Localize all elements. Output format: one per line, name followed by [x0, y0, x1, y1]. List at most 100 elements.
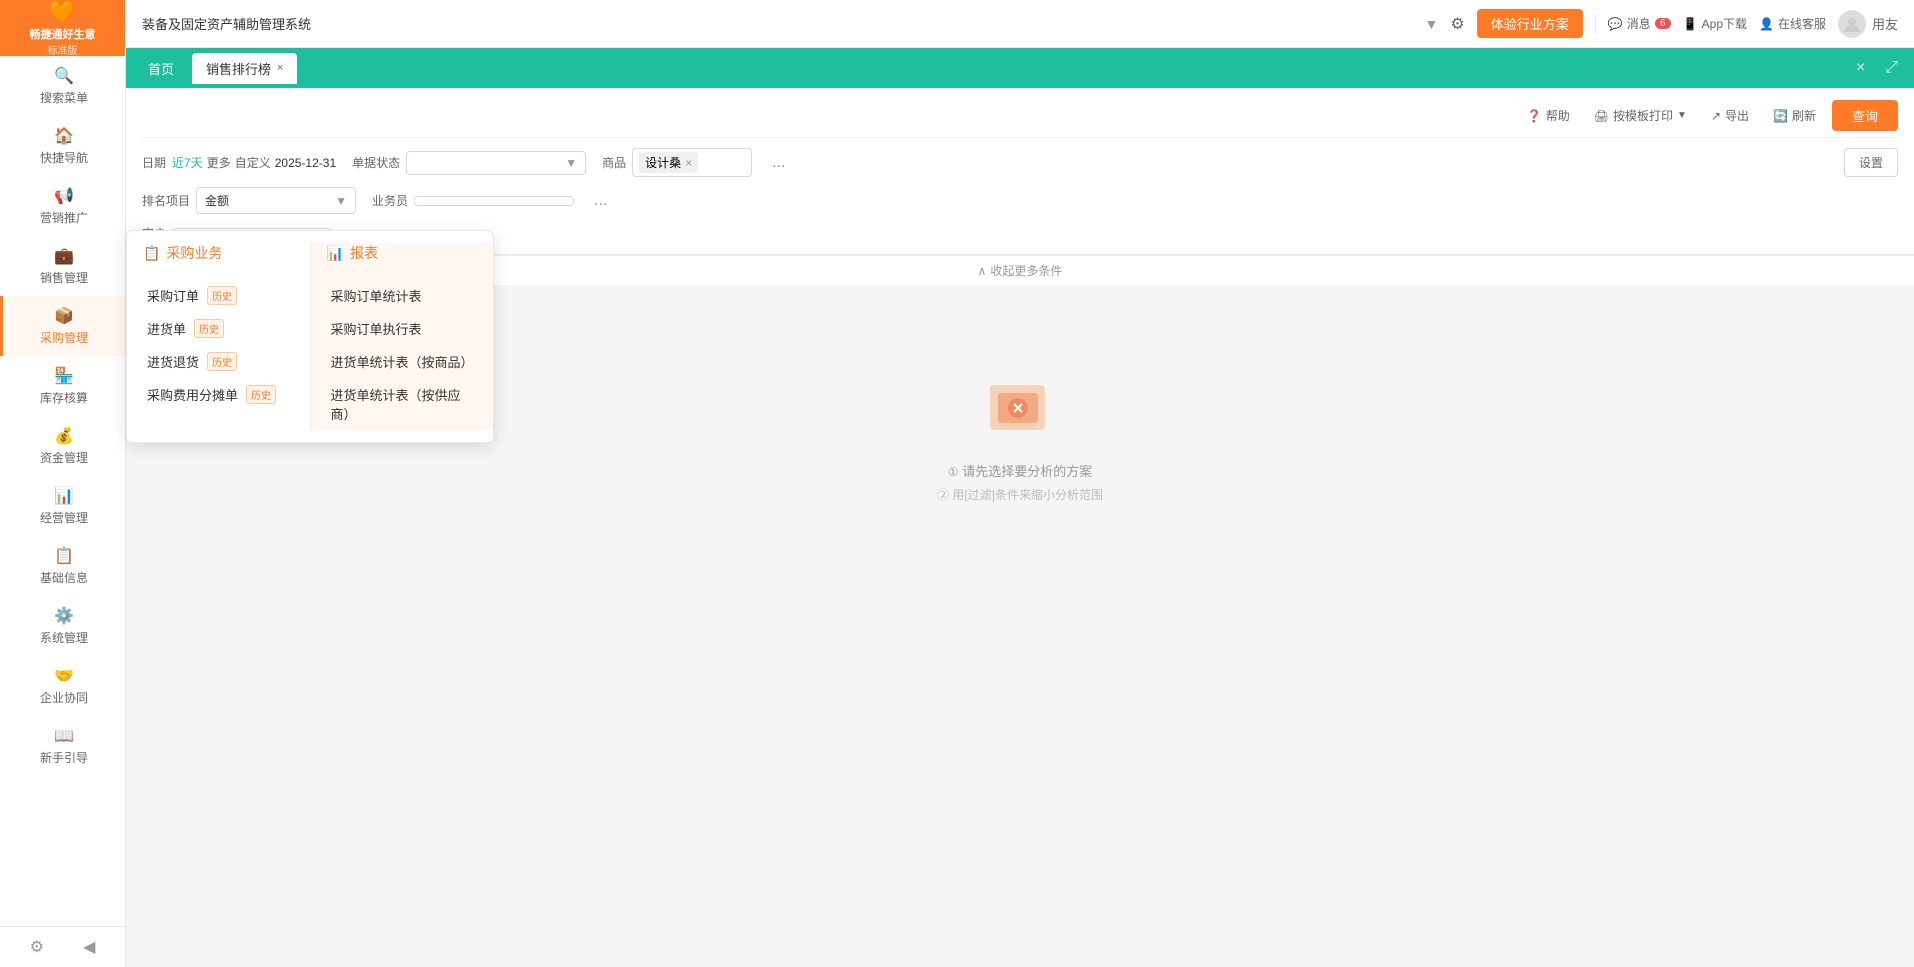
message-badge: 6 — [1655, 18, 1671, 29]
empty-illustration — [970, 365, 1070, 445]
sidebar-item-marketing[interactable]: 📢 营销推广 — [0, 176, 125, 236]
ranking-value: 金额 — [205, 192, 229, 209]
goods-tag-close-btn[interactable]: × — [685, 156, 692, 170]
goods-tag-value: 设计桑 — [645, 154, 681, 171]
date-shortcut-custom[interactable]: 自定义 — [235, 154, 271, 171]
message-label: 消息 — [1627, 15, 1651, 32]
purchase-col-icon: 📋 — [143, 245, 160, 262]
help-label: 帮助 — [1546, 107, 1570, 124]
title-dropdown-icon[interactable]: ▼ — [1425, 16, 1439, 32]
purchase-order-stat-label: 采购订单统计表 — [331, 286, 422, 305]
topbar: 装备及固定资产辅助管理系统 ▼ ⚙ 体验行业方案 💬 消息 6 📱 App下载 … — [126, 0, 1914, 48]
dropdown-item-purchase-order[interactable]: 采购订单 历史 — [143, 279, 294, 312]
settings-gear-icon[interactable]: ⚙ — [1450, 14, 1464, 34]
collapse-up-icon: ∧ — [978, 264, 987, 278]
dropdown-item-purchase-order-stat[interactable]: 采购订单统计表 — [327, 279, 478, 312]
print-icon: 🖨 — [1594, 109, 1609, 123]
phone-icon: 📱 — [1683, 17, 1698, 31]
capital-icon: 💰 — [54, 426, 74, 446]
sidebar-item-enterprise[interactable]: 🤝 企业协同 — [0, 656, 125, 716]
tab-close-icon[interactable]: × — [277, 62, 283, 74]
sidebar-item-label: 新手引导 — [40, 749, 88, 766]
window-expand-btn[interactable]: ⤢ — [1877, 59, 1906, 77]
app-download-action[interactable]: 📱 App下载 — [1683, 15, 1747, 32]
purchase-expense-label: 采购费用分摊单 — [147, 385, 238, 404]
sidebar-item-sales[interactable]: 💼 销售管理 — [0, 236, 125, 296]
dropdown-item-inbound-stat-supplier[interactable]: 进货单统计表（按供应商） — [327, 378, 478, 430]
sidebar-item-label: 营销推广 — [40, 209, 88, 226]
sidebar-item-capital[interactable]: 💰 资金管理 — [0, 416, 125, 476]
empty-text-line1: ① 请先选择要分析的方案 — [948, 461, 1092, 480]
sidebar-item-label: 销售管理 — [40, 269, 88, 286]
refresh-icon: 🔄 — [1773, 109, 1788, 123]
ranking-select[interactable]: 金额 ▼ — [196, 187, 356, 214]
industry-btn[interactable]: 体验行业方案 — [1477, 9, 1583, 38]
sidebar-item-label: 经营管理 — [40, 509, 88, 526]
voucher-status-label: 单据状态 — [352, 154, 400, 171]
logo-line1: 畅捷通好生意 — [30, 26, 96, 42]
date-range-group: 近7天 更多 自定义 2025-12-31 — [172, 154, 336, 171]
sidebar-item-label: 系统管理 — [40, 629, 88, 646]
sidebar-collapse-btn[interactable]: ◀ — [83, 937, 95, 957]
dropdown-item-inbound-return[interactable]: 进货退货 历史 — [143, 345, 294, 378]
print-btn[interactable]: 🖨 按模板打印 ▼ — [1586, 103, 1695, 128]
settings-button[interactable]: 设置 — [1844, 148, 1898, 177]
filter-ranking: 排名项目 金额 ▼ — [142, 187, 356, 214]
goods-tag: 设计桑 × — [639, 152, 698, 173]
salesperson-label: 业务员 — [372, 192, 408, 209]
sidebar-item-purchase[interactable]: 📦 采购管理 — [0, 296, 125, 356]
sidebar-item-system[interactable]: ⚙️ 系统管理 — [0, 596, 125, 656]
voucher-status-select[interactable]: ▼ — [406, 151, 586, 175]
ranking-dropdown-icon: ▼ — [335, 194, 347, 208]
inbound-return-label: 进货退货 — [147, 352, 199, 371]
sidebar-item-search[interactable]: 🔍 搜索菜单 — [0, 56, 125, 116]
sidebar-logo: 🧡 畅捷通好生意 标准版 — [0, 0, 125, 56]
export-btn[interactable]: ↗ 导出 — [1703, 103, 1757, 128]
logo-line2: 标准版 — [48, 42, 78, 57]
user-name: 用友 — [1872, 14, 1898, 33]
sidebar-item-inventory[interactable]: 🏪 库存核算 — [0, 356, 125, 416]
user-profile[interactable]: 用友 — [1838, 10, 1898, 38]
filter-voucher-status: 单据状态 ▼ — [352, 151, 586, 175]
operations-icon: 📊 — [54, 486, 74, 506]
app-download-label: App下载 — [1702, 15, 1747, 32]
sidebar-item-label: 基础信息 — [40, 569, 88, 586]
date-shortcut-7days[interactable]: 近7天 — [172, 154, 203, 171]
purchase-order-exec-label: 采购订单执行表 — [331, 319, 422, 338]
purchase-order-label: 采购订单 — [147, 286, 199, 305]
dropdown-item-inbound-stat-goods[interactable]: 进货单统计表（按商品） — [327, 345, 478, 378]
message-action[interactable]: 💬 消息 6 — [1608, 15, 1671, 32]
sidebar-footer: ⚙ ◀ — [0, 926, 125, 967]
window-close-btn[interactable]: × — [1848, 59, 1873, 77]
sidebar-item-guide[interactable]: 📖 新手引导 — [0, 716, 125, 776]
refresh-btn[interactable]: 🔄 刷新 — [1765, 103, 1824, 128]
sidebar-item-operations[interactable]: 📊 经营管理 — [0, 476, 125, 536]
print-dropdown-icon[interactable]: ▼ — [1677, 110, 1687, 121]
help-icon: ❓ — [1527, 109, 1542, 123]
dropdown-item-inbound[interactable]: 进货单 历史 — [143, 312, 294, 345]
purchase-expense-history-badge: 历史 — [246, 385, 276, 404]
collapse-label: 收起更多条件 — [990, 262, 1062, 279]
row2-ellipsis[interactable]: ... — [590, 192, 611, 210]
dropdown-item-purchase-order-exec[interactable]: 采购订单执行表 — [327, 312, 478, 345]
sidebar-item-label: 企业协同 — [40, 689, 88, 706]
sidebar-item-label: 快捷导航 — [40, 149, 88, 166]
dropdown-item-purchase-expense[interactable]: 采购费用分摊单 历史 — [143, 378, 294, 411]
tab-sales-ranking[interactable]: 销售排行榜 × — [192, 53, 297, 84]
row1-ellipsis[interactable]: ... — [768, 154, 789, 172]
query-button[interactable]: 查询 — [1832, 100, 1898, 131]
user-avatar — [1838, 10, 1866, 38]
salesperson-select[interactable] — [414, 196, 574, 206]
sidebar-settings-btn[interactable]: ⚙ — [30, 937, 44, 957]
date-shortcut-more[interactable]: 更多 — [207, 154, 231, 171]
inbound-label: 进货单 — [147, 319, 186, 338]
sidebar-item-basic[interactable]: 📋 基础信息 — [0, 536, 125, 596]
tabbar: 首页 销售排行榜 × × ⤢ — [126, 48, 1914, 88]
sidebar-item-quick-nav[interactable]: 🏠 快捷导航 — [0, 116, 125, 176]
online-service-action[interactable]: 👤 在线客服 — [1759, 15, 1826, 32]
help-btn[interactable]: ❓ 帮助 — [1519, 103, 1578, 128]
report-col-title: 报表 — [350, 243, 378, 263]
sidebar-item-label: 搜索菜单 — [40, 89, 88, 106]
tab-home[interactable]: 首页 — [134, 53, 188, 84]
enterprise-icon: 🤝 — [54, 666, 74, 686]
